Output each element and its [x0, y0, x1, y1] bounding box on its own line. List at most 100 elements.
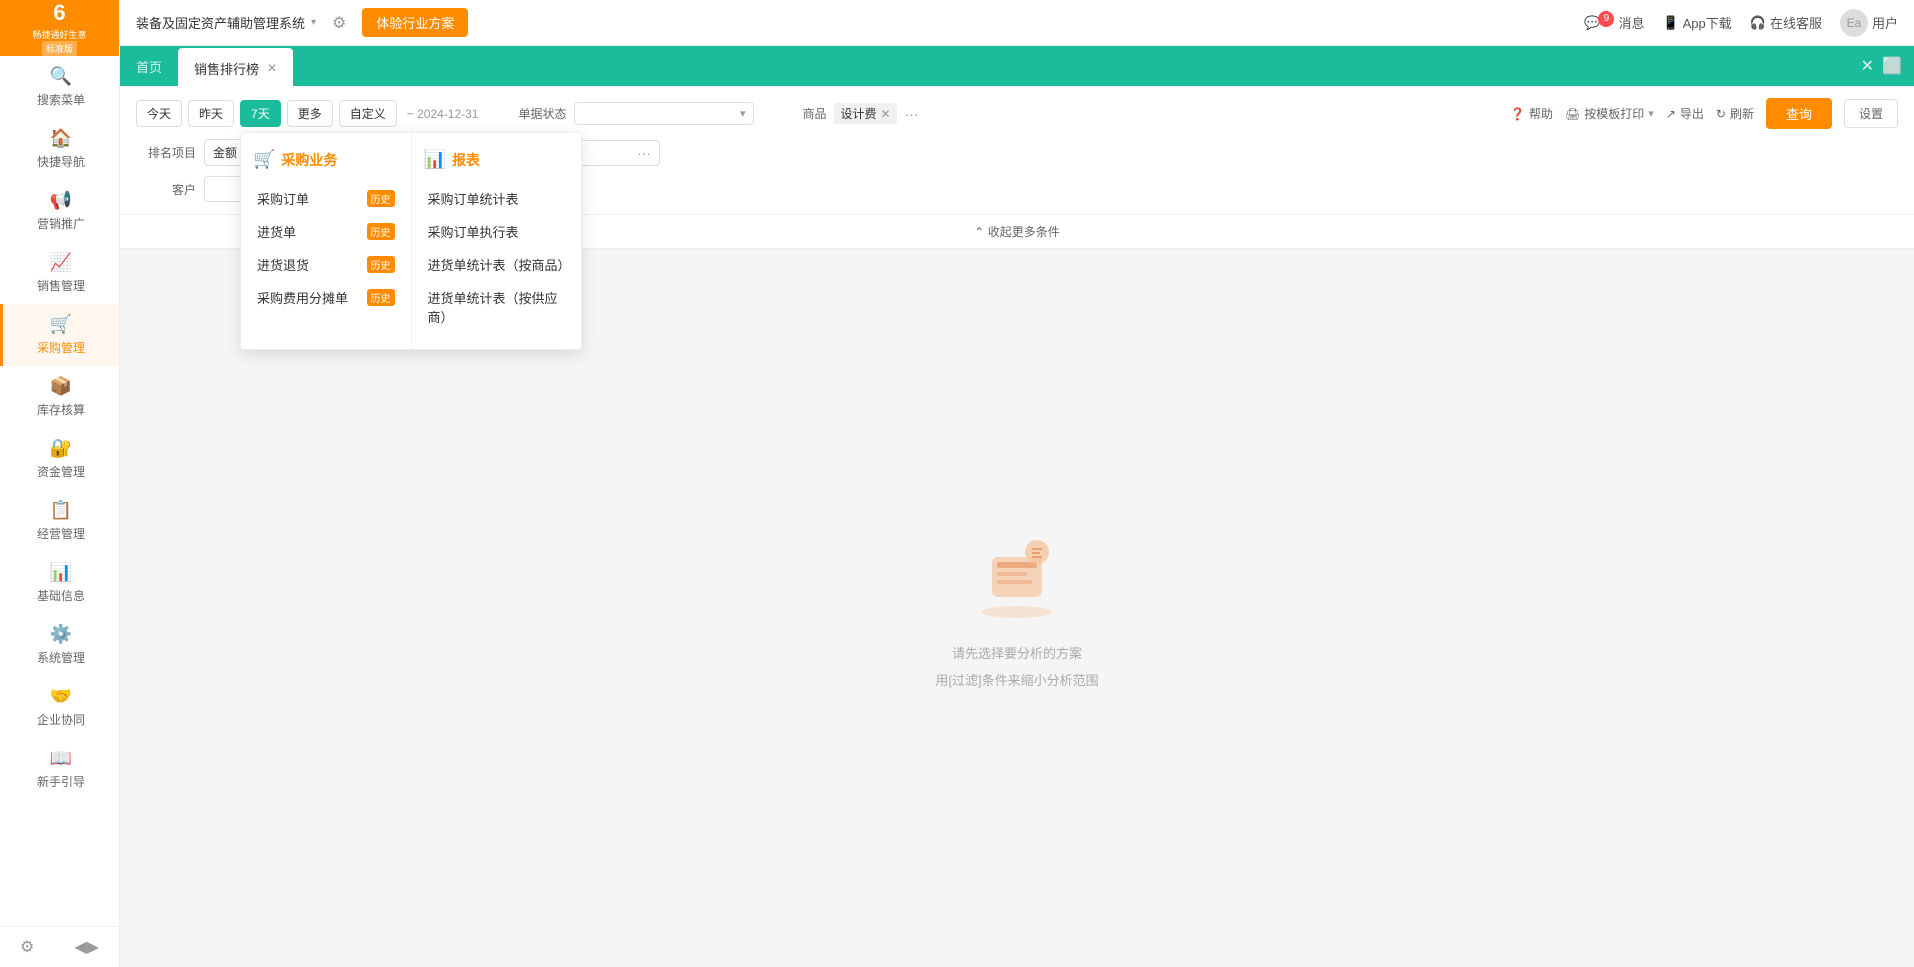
empty-illustration [967, 527, 1067, 627]
logo-brand: 畅捷通好生意 [32, 28, 86, 41]
sidebar-label-guide: 新手引导 [37, 773, 85, 790]
dropdown-item-return[interactable]: 进货退货 历史 [253, 248, 399, 281]
dropdown-item-purchase-order[interactable]: 采购订单 历史 [253, 182, 399, 215]
date-btn-custom[interactable]: 自定义 [339, 100, 397, 127]
print-btn[interactable]: 🖨 按模板打印 ▾ [1565, 105, 1654, 122]
industry-btn[interactable]: 体验行业方案 [362, 8, 468, 37]
lock-icon: 🔐 [50, 438, 72, 459]
sidebar-item-system[interactable]: ⚙️ 系统管理 [0, 614, 119, 676]
sidebar-collapse-btn[interactable]: ◀▶ [74, 937, 99, 957]
print-label: 按模板打印 [1584, 105, 1644, 122]
purchase-business-title: 🛒 采购业务 [253, 149, 399, 170]
handshake-icon: 🤝 [50, 686, 72, 707]
rank-item-value: 金额 [213, 144, 237, 161]
app-download-label: App下载 [1683, 13, 1732, 32]
hist-badge-3: 历史 [367, 289, 395, 306]
query-button[interactable]: 查询 [1766, 98, 1832, 129]
topbar: 装备及固定资产辅助管理系统 ▾ ⚙ 体验行业方案 💬 9 消息 📱 App下载 … [120, 0, 1914, 46]
receive-label: 进货单 [257, 222, 296, 241]
sidebar-label-operations: 经营管理 [37, 525, 85, 542]
date-btn-more[interactable]: 更多 [287, 100, 333, 127]
sidebar-label-purchase: 采购管理 [37, 339, 85, 356]
sidebar-item-guide[interactable]: 📖 新手引导 [0, 738, 119, 800]
sidebar-item-cooperation[interactable]: 🤝 企业协同 [0, 676, 119, 738]
goods-tag-close[interactable]: ✕ [881, 107, 891, 121]
dropdown-item-report-4[interactable]: 进货单统计表（按供应商） [424, 281, 570, 333]
tab-home[interactable]: 首页 [120, 46, 178, 86]
sidebar-label-cooperation: 企业协同 [37, 711, 85, 728]
user-btn[interactable]: Ea 用户 [1840, 9, 1898, 37]
main-area: 装备及固定资产辅助管理系统 ▾ ⚙ 体验行业方案 💬 9 消息 📱 App下载 … [120, 0, 1914, 967]
return-label: 进货退货 [257, 255, 309, 274]
dropdown-item-expense[interactable]: 采购费用分摊单 历史 [253, 281, 399, 314]
topbar-settings-icon[interactable]: ⚙ [332, 13, 346, 33]
dropdown-item-receive[interactable]: 进货单 历史 [253, 215, 399, 248]
tab-close-all-icon[interactable]: ✕ [1861, 56, 1874, 76]
tab-sales-ranking[interactable]: 销售排行榜 ✕ [178, 48, 293, 88]
tab-maximize-icon[interactable]: ⬜ [1882, 56, 1902, 76]
dropdown-item-report-1[interactable]: 采购订单统计表 [424, 182, 570, 215]
sidebar-item-basicinfo[interactable]: 📊 基础信息 [0, 552, 119, 614]
help-icon: ❓ [1510, 107, 1525, 121]
avatar: Ea [1840, 9, 1868, 37]
cart-icon: 🛒 [50, 314, 72, 335]
goods-label: 商品 [766, 105, 826, 122]
date-btn-7days[interactable]: 7天 [240, 100, 281, 127]
export-icon: ↗ [1666, 107, 1676, 121]
sidebar-label-system: 系统管理 [37, 649, 85, 666]
refresh-label: 刷新 [1730, 105, 1754, 122]
customer-label: 客户 [136, 181, 196, 198]
report-2-label: 采购订单执行表 [428, 222, 519, 241]
print-chevron-icon: ▾ [1648, 107, 1654, 120]
data-icon: 📊 [50, 562, 72, 583]
empty-hint-2: 用[过滤]条件来缩小分析范围 [935, 670, 1098, 689]
online-service-btn[interactable]: 🎧 在线客服 [1750, 13, 1822, 32]
online-service-label: 在线客服 [1770, 13, 1822, 32]
message-btn[interactable]: 💬 9 消息 [1584, 13, 1644, 32]
sidebar-item-finance[interactable]: 🔐 资金管理 [0, 428, 119, 490]
voucher-status-select[interactable]: ▾ [574, 102, 754, 125]
report-col: 📊 报表 采购订单统计表 采购订单执行表 进货单统计表（按商品） 进货单统计表（… [412, 133, 582, 349]
date-btn-today[interactable]: 今天 [136, 100, 182, 127]
sidebar-label-marketing: 营销推广 [37, 215, 85, 232]
expense-label: 采购费用分摊单 [257, 288, 348, 307]
sidebar-item-quicknav[interactable]: 🏠 快捷导航 [0, 118, 119, 180]
voucher-status-label: 单据状态 [506, 105, 566, 122]
sidebar-item-inventory[interactable]: 📦 库存核算 [0, 366, 119, 428]
filter-row-1: 今天 昨天 7天 更多 自定义 ~ 2024-12-31 单据状态 ▾ 商品 [136, 98, 1898, 129]
refresh-icon: ↻ [1716, 107, 1726, 121]
topbar-right: 💬 9 消息 📱 App下载 🎧 在线客服 Ea 用户 [1584, 9, 1898, 37]
sidebar-item-sales[interactable]: 📈 销售管理 [0, 242, 119, 304]
voucher-status-filter: 单据状态 ▾ [506, 102, 754, 125]
sidebar-menu: 🔍 搜索菜单 🏠 快捷导航 📢 营销推广 📈 销售管理 🛒 采购管理 📦 库存核… [0, 56, 119, 926]
sidebar-settings-btn[interactable]: ⚙ [20, 937, 34, 957]
system-dropdown-icon[interactable]: ▾ [311, 17, 316, 28]
dropdown-item-report-2[interactable]: 采购订单执行表 [424, 215, 570, 248]
sidebar-item-marketing[interactable]: 📢 营销推广 [0, 180, 119, 242]
sidebar-item-purchase[interactable]: 🛒 采购管理 [0, 304, 119, 366]
book-icon: 📖 [50, 748, 72, 769]
help-btn[interactable]: ❓ 帮助 [1510, 105, 1553, 122]
sidebar-label-sales: 销售管理 [37, 277, 85, 294]
export-label: 导出 [1680, 105, 1704, 122]
tabbar: 首页 销售排行榜 ✕ ✕ ⬜ [120, 46, 1914, 86]
collapse-label: 收起更多条件 [988, 225, 1060, 239]
date-btn-yesterday[interactable]: 昨天 [188, 100, 234, 127]
refresh-btn[interactable]: ↻ 刷新 [1716, 105, 1754, 122]
sidebar-bottom: ⚙ ◀▶ [0, 926, 119, 967]
date-range-value: ~ 2024-12-31 [407, 107, 479, 121]
sidebar-item-operations[interactable]: 📋 经营管理 [0, 490, 119, 552]
tab-close-icon[interactable]: ✕ [267, 61, 277, 75]
gear-icon: ⚙️ [50, 624, 72, 645]
purchase-order-label: 采购订单 [257, 189, 309, 208]
export-btn[interactable]: ↗ 导出 [1666, 105, 1704, 122]
sidebar-label-search: 搜索菜单 [37, 91, 85, 108]
app-download-btn[interactable]: 📱 App下载 [1662, 13, 1731, 32]
settings-button[interactable]: 设置 [1844, 99, 1898, 128]
goods-tag-value: 设计费 [840, 105, 876, 122]
help-label: 帮助 [1529, 105, 1553, 122]
salesperson-dots-icon[interactable]: ··· [637, 145, 651, 161]
dropdown-item-report-3[interactable]: 进货单统计表（按商品） [424, 248, 570, 281]
goods-more-icon[interactable]: ··· [905, 106, 919, 122]
sidebar-item-search[interactable]: 🔍 搜索菜单 [0, 56, 119, 118]
